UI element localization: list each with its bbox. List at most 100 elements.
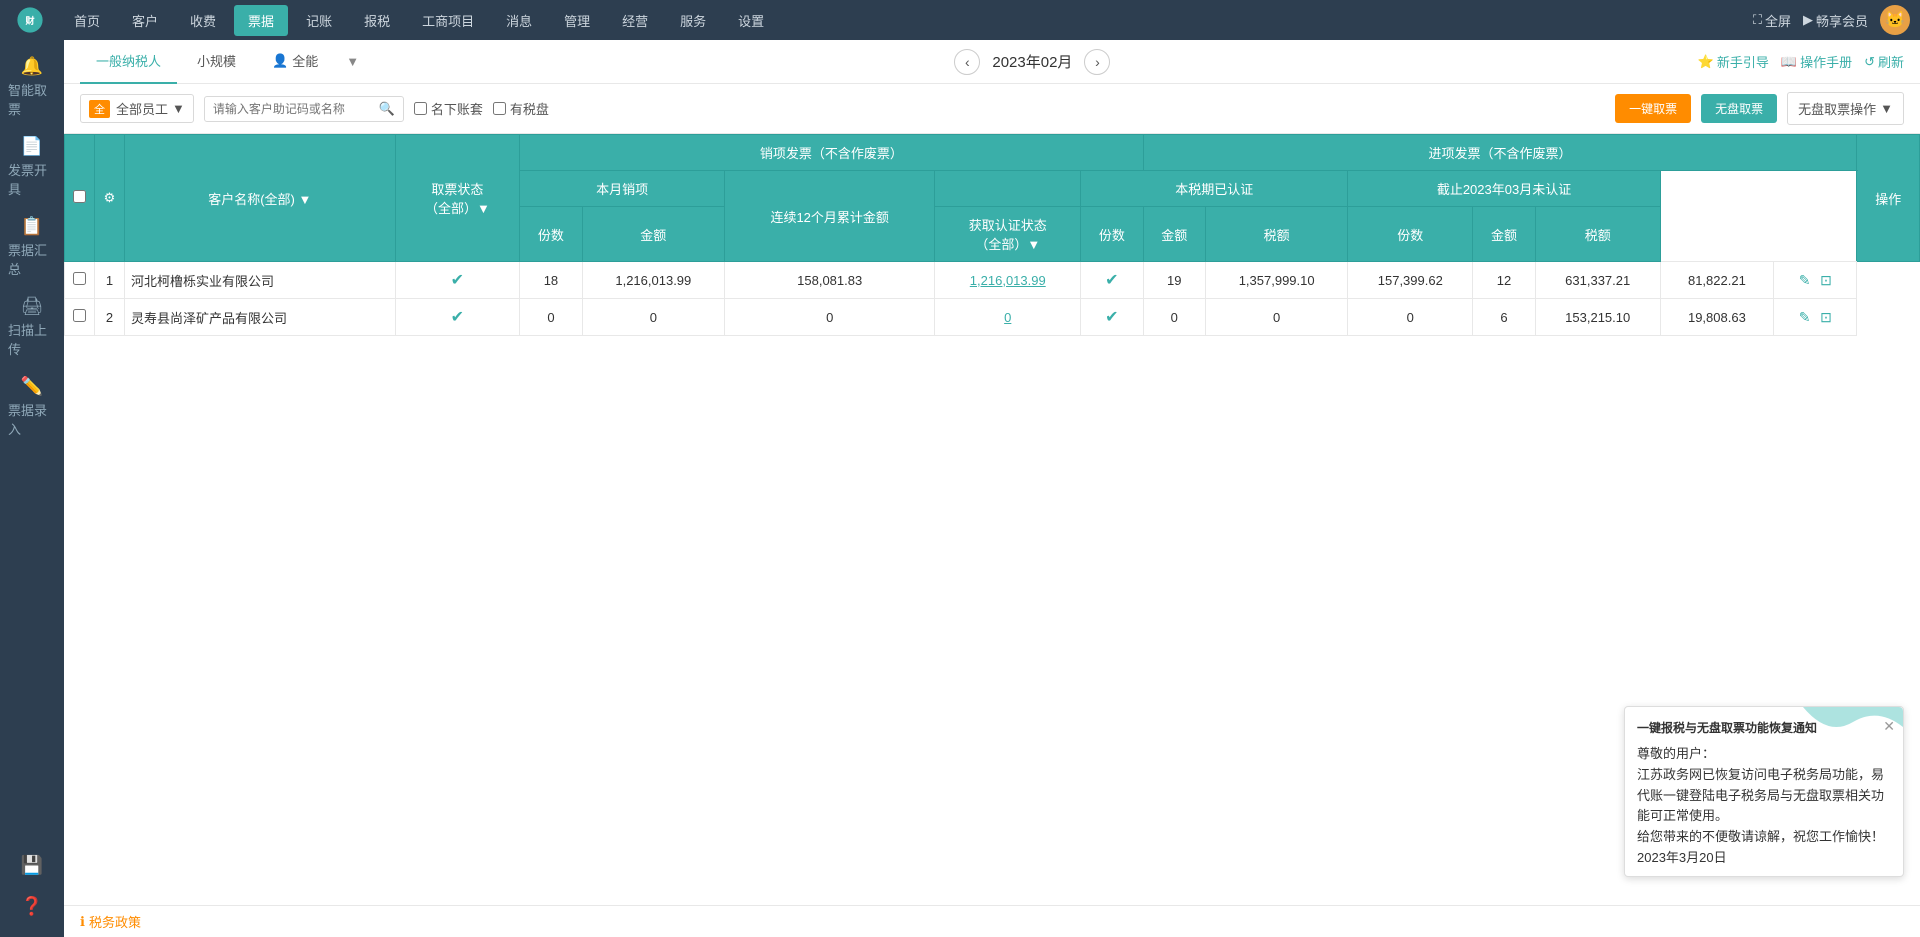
tab-all[interactable]: 👤 全能 xyxy=(256,40,334,84)
nav-fee[interactable]: 收费 xyxy=(176,5,230,36)
table-row: 1 河北柯橹栎实业有限公司 ✔ 18 1,216,013.99 158,081.… xyxy=(65,262,1920,299)
sidebar-help[interactable]: ❓ xyxy=(4,888,60,925)
search-box: 🔍 xyxy=(204,96,404,122)
sidebar-item-entry[interactable]: ✏️ 票据录入 xyxy=(4,368,60,446)
th-uncertified: 截止2023年03月未认证 xyxy=(1348,171,1660,207)
row1-edit-icon[interactable]: ✎ xyxy=(1799,272,1811,288)
table-body: 1 河北柯橹栎实业有限公司 ✔ 18 1,216,013.99 158,081.… xyxy=(65,262,1920,336)
row1-view-icon[interactable]: ⊡ xyxy=(1820,272,1832,288)
row2-cumulative-link[interactable]: 0 xyxy=(1004,310,1011,325)
row1-cert-status: ✔ xyxy=(1081,262,1143,299)
invoice-table: ⚙ 客户名称(全部) ▼ 取票状态（全部）▼ 销项发票（不含作废票） 进项发票（… xyxy=(64,134,1920,336)
nav-settings[interactable]: 设置 xyxy=(724,5,778,36)
fullscreen-btn[interactable]: ⛶ 全屏 xyxy=(1753,11,1791,30)
tax-policy-link[interactable]: ℹ 税务政策 xyxy=(80,912,141,931)
th-cert-amount: 金额 xyxy=(1143,207,1205,262)
new-guide-btn[interactable]: ⭐ 新手引导 xyxy=(1698,52,1769,71)
no-disk-ticket-btn[interactable]: 无盘取票 xyxy=(1701,94,1777,123)
row2-view-icon[interactable]: ⊡ xyxy=(1820,309,1832,325)
account-checkbox[interactable] xyxy=(414,102,427,115)
employee-dropdown-icon: ▼ xyxy=(172,101,185,116)
row2-check[interactable] xyxy=(73,309,86,322)
notification-popup: ✕ 一键报税与无盘取票功能恢复通知 尊敬的用户： 江苏政务网已恢复访问电子税务局… xyxy=(1624,706,1904,877)
tab-general-taxpayer[interactable]: 一般纳税人 xyxy=(80,40,177,84)
ops-dropdown-icon: ▼ xyxy=(1880,101,1893,116)
nav-business[interactable]: 工商项目 xyxy=(408,5,488,36)
one-click-ticket-btn[interactable]: 一键取票 xyxy=(1615,94,1691,123)
th-checkbox xyxy=(65,135,95,262)
employee-select[interactable]: 全 全部员工 ▼ xyxy=(80,94,194,123)
entry-icon: ✏️ xyxy=(21,376,43,397)
row1-actions: ✎ ⊡ xyxy=(1774,262,1857,299)
notification-apology: 给您带来的不便敬请谅解，祝您工作愉快！ xyxy=(1637,827,1891,848)
row1-cert-amount: 1,357,999.10 xyxy=(1206,262,1348,299)
manual-btn[interactable]: 📖 操作手册 xyxy=(1781,52,1852,71)
gear-icon[interactable]: ⚙ xyxy=(104,190,116,205)
row1-cumulative-link[interactable]: 1,216,013.99 xyxy=(970,273,1046,288)
row2-sales-count: 0 xyxy=(520,299,582,336)
notification-date: 2023年3月20日 xyxy=(1637,848,1891,864)
nav-service[interactable]: 服务 xyxy=(666,5,720,36)
row1-uncert-count: 12 xyxy=(1473,262,1535,299)
sidebar-item-scan[interactable]: 🖨 扫描上传 xyxy=(4,288,60,366)
top-nav: 财 首页 客户 收费 票据 记账 报税 工商项目 消息 管理 经营 服务 设置 … xyxy=(0,0,1920,40)
notification-close-btn[interactable]: ✕ xyxy=(1883,715,1895,737)
row2-uncert-amount: 153,215.10 xyxy=(1535,299,1660,336)
refresh-btn[interactable]: ↺ 刷新 xyxy=(1864,52,1904,71)
star-icon: ⭐ xyxy=(1698,54,1714,70)
row1-sales-tax: 158,081.83 xyxy=(724,262,934,299)
sidebar-item-smart-ticket[interactable]: 🔔 智能取票 xyxy=(4,48,60,126)
row1-no: 1 xyxy=(95,262,125,299)
sidebar-item-open-invoice[interactable]: 📄 发票开具 xyxy=(4,128,60,206)
select-all-checkbox[interactable] xyxy=(73,190,86,203)
th-sales-amount: 金额 xyxy=(582,207,724,262)
nav-home[interactable]: 首页 xyxy=(60,5,114,36)
sidebar-item-summary[interactable]: 📋 票据汇总 xyxy=(4,208,60,286)
tab-small-scale[interactable]: 小规模 xyxy=(181,40,252,84)
member-btn[interactable]: ▶ 畅享会员 xyxy=(1803,11,1868,30)
summary-icon: 📋 xyxy=(21,216,43,237)
no-disk-ops-btn[interactable]: 无盘取票操作 ▼ xyxy=(1787,92,1904,125)
th-cert-status-placeholder xyxy=(935,171,1081,207)
tax-disk-checkbox-label[interactable]: 有税盘 xyxy=(493,99,549,118)
nav-invoice[interactable]: 票据 xyxy=(234,5,288,36)
th-ticket-status: 取票状态（全部）▼ xyxy=(395,135,520,262)
sidebar-download[interactable]: 💾 xyxy=(4,847,60,884)
notification-body: 尊敬的用户： 江苏政务网已恢复访问电子税务局功能，易代账一键登陆电子税务局与无盘… xyxy=(1637,744,1891,864)
chevron-down-icon: ▼ xyxy=(346,54,359,69)
th-month-sales: 本月销项 xyxy=(520,171,725,207)
table-group-header-row: ⚙ 客户名称(全部) ▼ 取票状态（全部）▼ 销项发票（不含作废票） 进项发票（… xyxy=(65,135,1920,171)
row2-edit-icon[interactable]: ✎ xyxy=(1799,309,1811,325)
help-icon: ❓ xyxy=(21,896,43,917)
nav-tax[interactable]: 报税 xyxy=(350,5,404,36)
user-avatar[interactable]: 🐱 xyxy=(1880,5,1910,35)
row2-actions: ✎ ⊡ xyxy=(1774,299,1857,336)
scan-icon: 🖨 xyxy=(21,296,44,317)
th-purchase-group: 进项发票（不含作废票） xyxy=(1143,135,1857,171)
period-prev-btn[interactable]: ‹ xyxy=(954,49,980,75)
th-sales-group: 销项发票（不含作废票） xyxy=(520,135,1143,171)
app-logo: 财 xyxy=(10,0,50,40)
row2-check-circle-icon: ✔ xyxy=(451,309,464,326)
tax-disk-checkbox[interactable] xyxy=(493,102,506,115)
row1-check[interactable] xyxy=(73,272,86,285)
table-row: 2 灵寿县尚泽矿产品有限公司 ✔ 0 0 0 0 ✔ xyxy=(65,299,1920,336)
row1-cert-circle-icon: ✔ xyxy=(1105,272,1118,289)
tab-more-btn[interactable]: ▼ xyxy=(338,46,367,77)
nav-management[interactable]: 管理 xyxy=(550,5,604,36)
th-gear: ⚙ xyxy=(95,135,125,262)
search-icon[interactable]: 🔍 xyxy=(379,101,395,117)
open-invoice-icon: 📄 xyxy=(21,136,43,157)
row1-checkbox[interactable] xyxy=(65,262,95,299)
nav-message[interactable]: 消息 xyxy=(492,5,546,36)
account-checkbox-label[interactable]: 名下账套 xyxy=(414,99,483,118)
period-next-btn[interactable]: › xyxy=(1084,49,1110,75)
row2-checkbox[interactable] xyxy=(65,299,95,336)
search-input[interactable] xyxy=(213,102,375,116)
row2-sales-amount: 0 xyxy=(582,299,724,336)
nav-customer[interactable]: 客户 xyxy=(118,5,172,36)
nav-bookkeeping[interactable]: 记账 xyxy=(292,5,346,36)
row2-cert-count: 0 xyxy=(1143,299,1205,336)
nav-operation[interactable]: 经营 xyxy=(608,5,662,36)
row1-cert-tax: 157,399.62 xyxy=(1348,262,1473,299)
